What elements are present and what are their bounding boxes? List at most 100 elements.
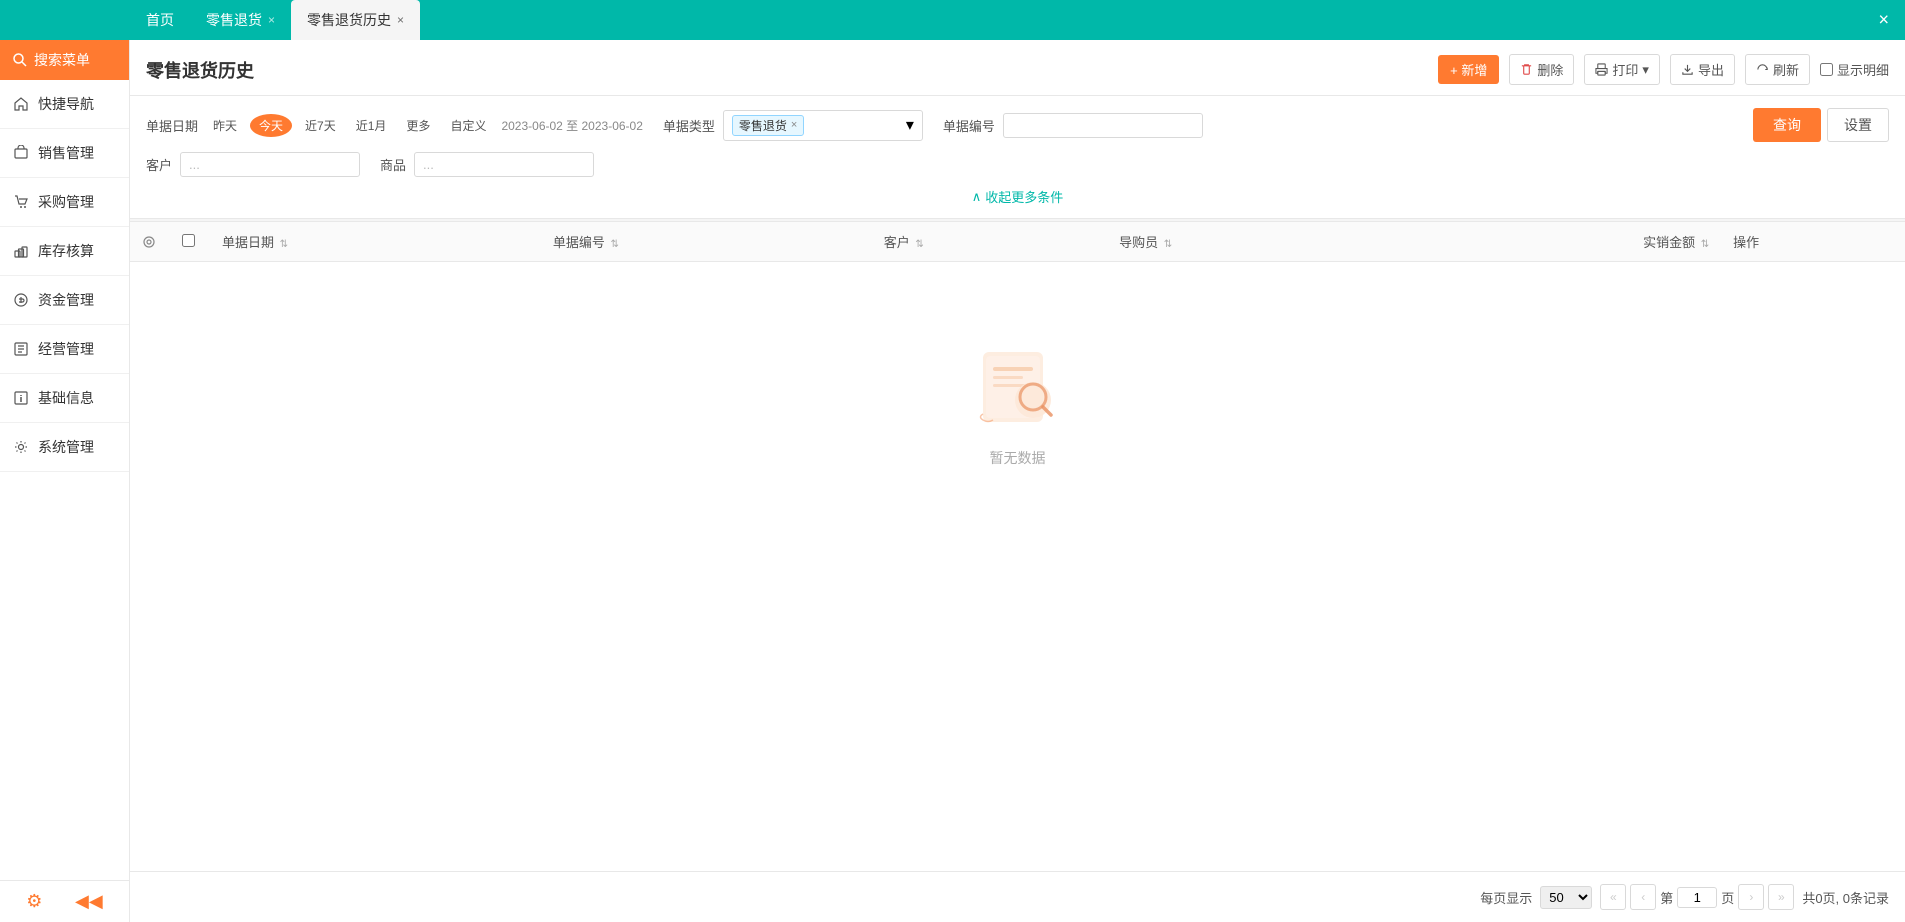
date-filter: 单据日期 昨天 今天 近7天 近1月 更多 自定义 2023-06-02 至 2…: [146, 114, 643, 137]
goods-select[interactable]: ...: [414, 152, 594, 177]
th-docno-sort: ⇅: [611, 239, 619, 250]
tab-home[interactable]: 首页: [130, 0, 190, 40]
tab-retail-return-close[interactable]: ×: [268, 13, 275, 27]
data-table: 单据日期 ⇅ 单据编号 ⇅ 客户 ⇅ 导购员 ⇅: [130, 221, 1905, 548]
export-button[interactable]: 导出: [1670, 54, 1735, 85]
doc-type-remove-icon[interactable]: ×: [791, 119, 797, 131]
tab-retail-return-history-label: 零售退货历史: [307, 10, 391, 30]
th-customer[interactable]: 客户 ⇅: [872, 222, 1107, 262]
pagination: 每页显示 50 10 20 100 « ‹ 第 页 › » 共0页, 0条记录: [130, 871, 1905, 922]
filter-row-2: 客户 ... 商品 ...: [146, 152, 1889, 177]
tab-retail-return-label: 零售退货: [206, 10, 262, 30]
customer-select[interactable]: ...: [180, 152, 360, 177]
table-header-row: 单据日期 ⇅ 单据编号 ⇅ 客户 ⇅ 导购员 ⇅: [130, 222, 1905, 262]
table-settings-col[interactable]: [130, 222, 170, 262]
sidebar-item-sales-label: 销售管理: [38, 143, 94, 163]
table-settings-icon[interactable]: [142, 235, 156, 249]
date-filter-buttons: 昨天 今天 近7天 近1月 更多 自定义: [206, 114, 493, 137]
delete-icon: [1520, 63, 1533, 76]
export-label: 导出: [1698, 60, 1724, 79]
delete-button[interactable]: 删除: [1509, 54, 1574, 85]
inventory-icon: [12, 242, 30, 260]
sidebar-item-purchase[interactable]: 采购管理: [0, 178, 129, 227]
doc-no-filter: 单据编号: [943, 113, 1203, 138]
th-action-label: 操作: [1733, 235, 1759, 250]
table-body: 暂无数据: [130, 262, 1905, 549]
last-page-button[interactable]: »: [1768, 884, 1794, 910]
sidebar-item-basicinfo[interactable]: 基础信息: [0, 374, 129, 423]
sidebar-item-finance[interactable]: 资金管理: [0, 276, 129, 325]
query-button[interactable]: 查询: [1753, 108, 1821, 142]
show-detail-checkbox-label[interactable]: 显示明细: [1820, 60, 1889, 79]
sidebar-item-quicknav[interactable]: 快捷导航: [0, 80, 129, 129]
close-window-button[interactable]: ×: [1878, 10, 1889, 31]
sidebar-item-basicinfo-label: 基础信息: [38, 388, 94, 408]
sidebar-item-inventory[interactable]: 库存核算: [0, 227, 129, 276]
empty-illustration: [968, 342, 1068, 432]
th-action: 操作: [1721, 222, 1905, 262]
show-detail-label: 显示明细: [1837, 60, 1889, 79]
next-page-button[interactable]: ›: [1738, 884, 1764, 910]
settings-button[interactable]: 设置: [1827, 108, 1889, 142]
per-page-select[interactable]: 50 10 20 100: [1540, 886, 1592, 909]
th-guide[interactable]: 导购员 ⇅: [1107, 222, 1390, 262]
date-btn-today[interactable]: 今天: [250, 114, 292, 137]
sidebar-item-business[interactable]: 经营管理: [0, 325, 129, 374]
goods-filter: 商品 ...: [380, 152, 594, 177]
new-button[interactable]: + 新增: [1438, 55, 1499, 84]
date-btn-7days[interactable]: 近7天: [298, 114, 343, 137]
total-info: 共0页, 0条记录: [1802, 888, 1889, 907]
customer-label: 客户: [146, 155, 172, 174]
tab-retail-return-history[interactable]: 零售退货历史 ×: [291, 0, 420, 40]
refresh-button[interactable]: 刷新: [1745, 54, 1810, 85]
delete-label: 删除: [1537, 60, 1563, 79]
sidebar-item-business-label: 经营管理: [38, 339, 94, 359]
date-btn-yesterday[interactable]: 昨天: [206, 114, 244, 137]
th-date[interactable]: 单据日期 ⇅: [210, 222, 541, 262]
table-select-all-col[interactable]: [170, 222, 210, 262]
finance-icon: [12, 291, 30, 309]
sidebar-item-inventory-label: 库存核算: [38, 241, 94, 261]
page-input[interactable]: [1677, 887, 1717, 908]
sidebar-item-finance-label: 资金管理: [38, 290, 94, 310]
th-amount[interactable]: 实销金额 ⇅: [1390, 222, 1721, 262]
customer-placeholder: ...: [189, 157, 200, 172]
th-guide-sort: ⇅: [1164, 239, 1172, 250]
sidebar-search[interactable]: 搜索菜单: [0, 40, 129, 80]
print-button[interactable]: 打印 ▾: [1584, 54, 1660, 85]
date-btn-custom[interactable]: 自定义: [443, 114, 493, 137]
sidebar: 搜索菜单 快捷导航 销售管理 采购管理 库存核算: [0, 40, 130, 922]
th-docno-label: 单据编号: [553, 235, 605, 250]
print-dropdown-icon: ▾: [1642, 62, 1649, 78]
show-detail-checkbox[interactable]: [1820, 63, 1833, 76]
sidebar-item-quicknav-label: 快捷导航: [38, 94, 94, 114]
basicinfo-icon: [12, 389, 30, 407]
date-btn-more[interactable]: 更多: [399, 114, 437, 137]
page-title: 零售退货历史: [146, 57, 254, 83]
th-guide-label: 导购员: [1119, 235, 1158, 250]
first-page-button[interactable]: «: [1600, 884, 1626, 910]
doc-no-input[interactable]: [1003, 113, 1203, 138]
sidebar-item-sales[interactable]: 销售管理: [0, 129, 129, 178]
tab-retail-return-history-close[interactable]: ×: [397, 13, 404, 27]
goods-placeholder: ...: [423, 157, 434, 172]
date-btn-1month[interactable]: 近1月: [349, 114, 394, 137]
prev-page-button[interactable]: ‹: [1630, 884, 1656, 910]
audio-bottom-icon[interactable]: ◀◀: [75, 891, 103, 912]
filter-row-1: 单据日期 昨天 今天 近7天 近1月 更多 自定义 2023-06-02 至 2…: [146, 108, 1889, 142]
empty-state: 暂无数据: [130, 262, 1905, 548]
print-icon: [1595, 63, 1608, 76]
tab-retail-return[interactable]: 零售退货 ×: [190, 0, 291, 40]
collapse-up-icon: ∧: [972, 189, 982, 205]
doc-type-select[interactable]: 零售退货 × ▾: [723, 110, 923, 141]
system-icon: [12, 438, 30, 456]
th-docno[interactable]: 单据编号 ⇅: [541, 222, 872, 262]
sidebar-item-purchase-label: 采购管理: [38, 192, 94, 212]
sidebar-item-system[interactable]: 系统管理: [0, 423, 129, 472]
refresh-label: 刷新: [1773, 60, 1799, 79]
settings-bottom-icon[interactable]: ⚙: [26, 891, 42, 912]
collapse-filter-button[interactable]: ∧ 收起更多条件: [146, 187, 1889, 206]
per-page-label: 每页显示: [1480, 888, 1532, 907]
select-all-checkbox[interactable]: [182, 234, 195, 247]
th-amount-label: 实销金额: [1643, 235, 1695, 250]
